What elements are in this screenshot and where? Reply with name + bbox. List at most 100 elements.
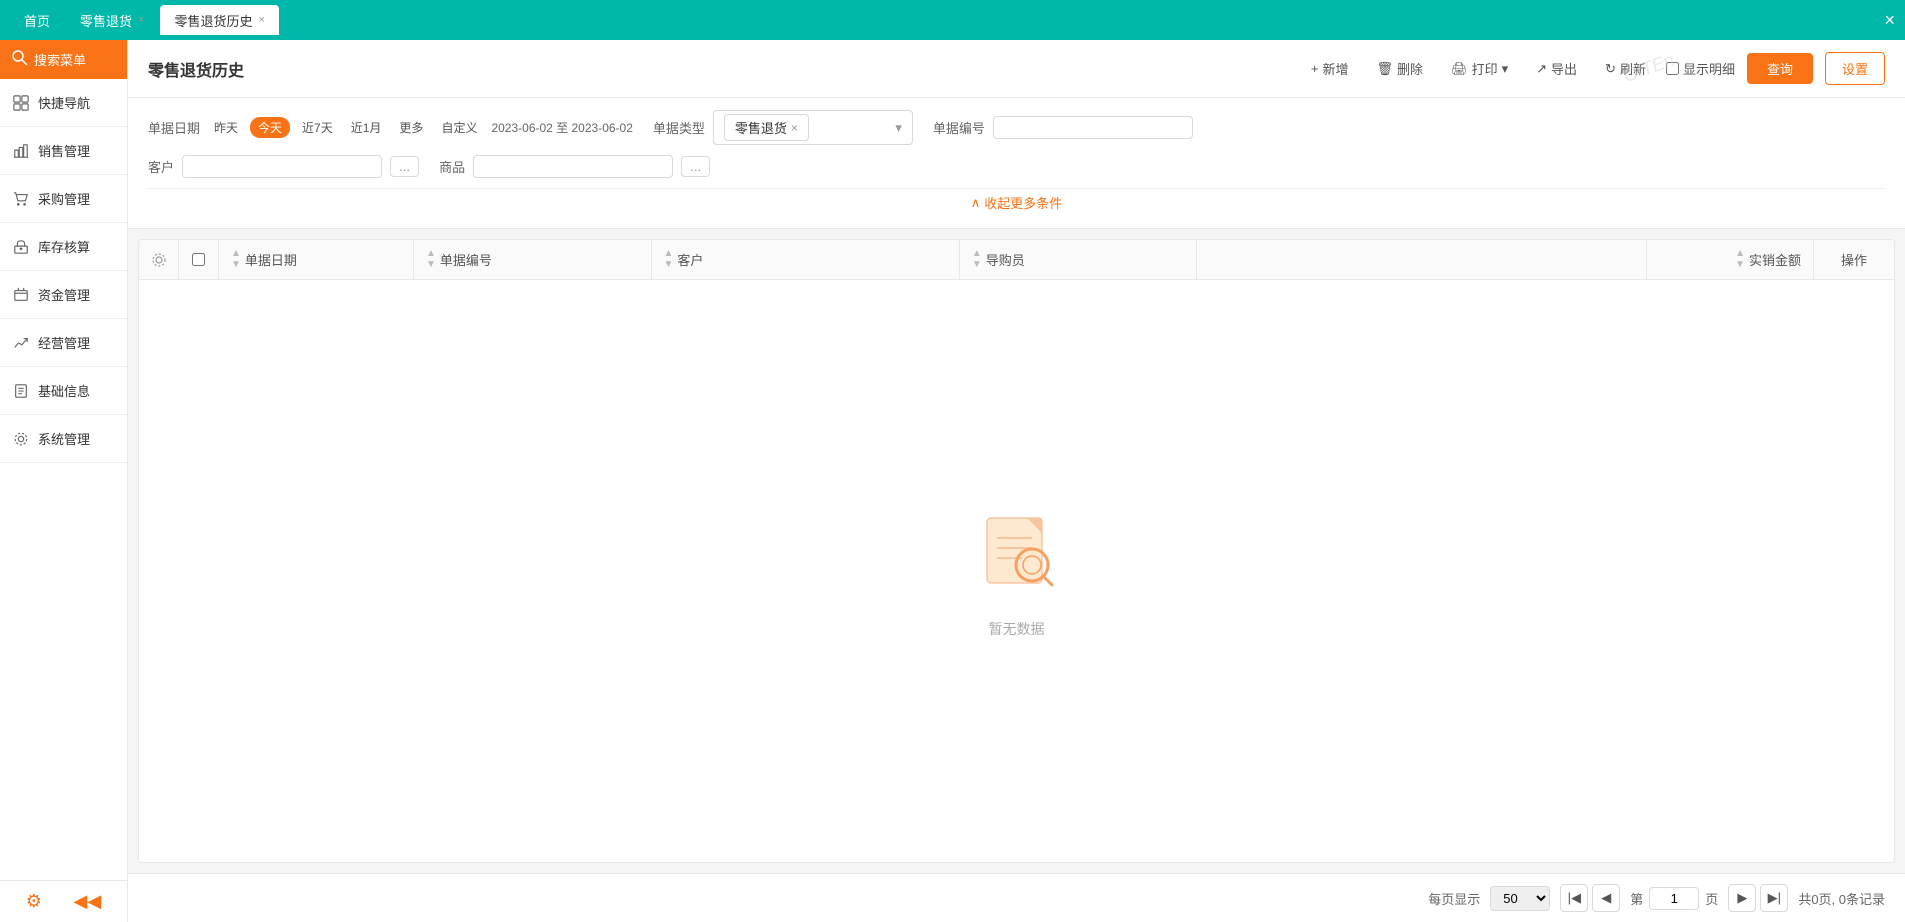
- sidebar-audio-icon[interactable]: ◀◀: [74, 891, 102, 912]
- th-spacer: [1197, 240, 1647, 279]
- page-nav-right: ▶ ▶|: [1728, 884, 1788, 912]
- page-number-input[interactable]: [1649, 887, 1699, 910]
- th-guide: ▲▼ 导购员: [960, 240, 1198, 279]
- search-menu-button[interactable]: 搜索菜单: [0, 40, 127, 79]
- page-last-button[interactable]: ▶|: [1760, 884, 1788, 912]
- select-all-checkbox[interactable]: [192, 253, 205, 266]
- date-btn-1month[interactable]: 近1月: [345, 117, 388, 138]
- system-icon: [12, 430, 30, 448]
- tab-retail-return-history-label: 零售退货历史: [174, 11, 252, 30]
- collapse-bar[interactable]: ∧ 收起更多条件: [148, 188, 1885, 216]
- page-nav: |◀ ◀: [1560, 884, 1620, 912]
- filter-row-1: 单据日期 昨天 今天 近7天 近1月 更多 自定义 2023-06-02 至 2…: [148, 110, 1885, 145]
- goods-filter: 商品 ...: [439, 155, 710, 178]
- date-sort-icon[interactable]: ▲▼: [231, 249, 241, 270]
- query-button[interactable]: 查询: [1747, 53, 1813, 84]
- th-guide-label: 导购员: [986, 250, 1025, 269]
- delete-label: 删除: [1397, 59, 1423, 78]
- filter-row-2: 客户 ... 商品 ...: [148, 155, 1885, 178]
- date-btn-yesterday[interactable]: 昨天: [208, 117, 244, 138]
- tab-retail-return-history-close[interactable]: ×: [258, 14, 264, 26]
- tab-home[interactable]: 首页: [10, 5, 64, 35]
- delete-button[interactable]: 🗑 删除: [1369, 55, 1432, 82]
- th-amount-label: 实销金额: [1749, 250, 1801, 269]
- sidebar-item-sales[interactable]: 销售管理: [0, 127, 127, 175]
- collapse-icon: ∧: [971, 195, 981, 211]
- th-number-label: 单据编号: [440, 250, 492, 269]
- goods-select-button[interactable]: ...: [681, 156, 710, 177]
- new-icon: +: [1311, 61, 1319, 76]
- th-amount: ▲▼ 实销金额: [1647, 240, 1814, 279]
- page-unit-label: 页: [1705, 889, 1718, 908]
- page-prev-button[interactable]: ◀: [1592, 884, 1620, 912]
- doc-type-tag: 零售退货 ×: [724, 114, 809, 141]
- tab-retail-return[interactable]: 零售退货 ×: [66, 5, 158, 35]
- sidebar-item-quick-nav-label: 快捷导航: [38, 93, 90, 112]
- customer-select-button[interactable]: ...: [390, 156, 419, 177]
- finance-icon: [12, 286, 30, 304]
- sidebar-item-system[interactable]: 系统管理: [0, 415, 127, 463]
- filter-area: 单据日期 昨天 今天 近7天 近1月 更多 自定义 2023-06-02 至 2…: [128, 98, 1905, 229]
- tab-retail-return-history[interactable]: 零售退货历史 ×: [160, 5, 278, 35]
- export-button[interactable]: ↗ 导出: [1528, 55, 1585, 82]
- page-label: 第: [1630, 889, 1643, 908]
- search-menu-label: 搜索菜单: [34, 50, 86, 69]
- number-sort-icon[interactable]: ▲▼: [426, 249, 436, 270]
- page-next-button[interactable]: ▶: [1728, 884, 1756, 912]
- app-close-button[interactable]: ×: [1884, 10, 1895, 31]
- sidebar-settings-icon[interactable]: ⚙: [26, 891, 42, 912]
- export-label: 导出: [1551, 59, 1577, 78]
- empty-state: 暂无数据: [139, 280, 1894, 862]
- main-layout: 搜索菜单 快捷导航 销售管理 采购管理 库存核算: [0, 40, 1905, 922]
- date-btn-today[interactable]: 今天: [250, 117, 290, 138]
- quick-nav-icon: [12, 94, 30, 112]
- empty-illustration: [967, 503, 1067, 603]
- sidebar-item-sales-label: 销售管理: [38, 141, 90, 160]
- print-chevron: ▾: [1502, 61, 1509, 77]
- th-customer-label: 客户: [677, 250, 703, 269]
- purchase-icon: [12, 190, 30, 208]
- refresh-button[interactable]: ↻ 刷新: [1597, 55, 1654, 82]
- page-first-button[interactable]: |◀: [1560, 884, 1588, 912]
- show-detail-container: 显示明细: [1666, 59, 1735, 78]
- refresh-label: 刷新: [1620, 59, 1646, 78]
- doc-number-label: 单据编号: [933, 118, 985, 137]
- new-label: 新增: [1323, 59, 1349, 78]
- doc-type-remove[interactable]: ×: [791, 121, 798, 135]
- page-info: 第 页: [1630, 887, 1718, 910]
- tab-home-label: 首页: [24, 11, 50, 30]
- date-btn-7days[interactable]: 近7天: [296, 117, 339, 138]
- sidebar-item-purchase[interactable]: 采购管理: [0, 175, 127, 223]
- doc-number-input[interactable]: [993, 116, 1193, 139]
- print-button[interactable]: 🖨 打印 ▾: [1443, 55, 1516, 82]
- empty-text-label: 暂无数据: [989, 619, 1045, 639]
- tab-retail-return-close[interactable]: ×: [138, 14, 144, 26]
- table-container: ▲▼ 单据日期 ▲▼ 单据编号 ▲▼ 客户 ▲▼ 导购员 ▲▼: [138, 239, 1895, 863]
- doc-type-selector[interactable]: 零售退货 × ▾: [713, 110, 913, 145]
- per-page-select[interactable]: 10 20 50 100: [1490, 886, 1550, 911]
- doc-number-filter: 单据编号: [933, 116, 1193, 139]
- date-range-display: 2023-06-02 至 2023-06-02: [491, 119, 632, 136]
- sidebar-item-finance[interactable]: 资金管理: [0, 271, 127, 319]
- sidebar-item-inventory[interactable]: 库存核算: [0, 223, 127, 271]
- customer-sort-icon[interactable]: ▲▼: [664, 249, 674, 270]
- sidebar-item-quick-nav[interactable]: 快捷导航: [0, 79, 127, 127]
- content-area: 零售退货历史 + 新增 🗑 删除 🖨 打印 ▾ ↗ 导出: [128, 40, 1905, 922]
- sidebar-item-basic-info[interactable]: 基础信息: [0, 367, 127, 415]
- th-settings[interactable]: [139, 240, 179, 279]
- guide-sort-icon[interactable]: ▲▼: [972, 249, 982, 270]
- customer-input[interactable]: [182, 155, 382, 178]
- new-button[interactable]: + 新增: [1303, 55, 1357, 82]
- date-btn-more[interactable]: 更多: [393, 117, 429, 138]
- search-icon: [12, 50, 28, 69]
- show-detail-checkbox[interactable]: [1666, 62, 1679, 75]
- th-checkbox[interactable]: [179, 240, 219, 279]
- print-label: 打印: [1472, 59, 1498, 78]
- date-btn-custom[interactable]: 自定义: [435, 117, 483, 138]
- amount-sort-icon[interactable]: ▲▼: [1735, 249, 1745, 270]
- goods-input[interactable]: [473, 155, 673, 178]
- date-filter-label: 单据日期: [148, 118, 200, 137]
- sidebar-item-operations[interactable]: 经营管理: [0, 319, 127, 367]
- customer-filter: 客户 ...: [148, 155, 419, 178]
- settings-button[interactable]: 设置: [1825, 52, 1885, 85]
